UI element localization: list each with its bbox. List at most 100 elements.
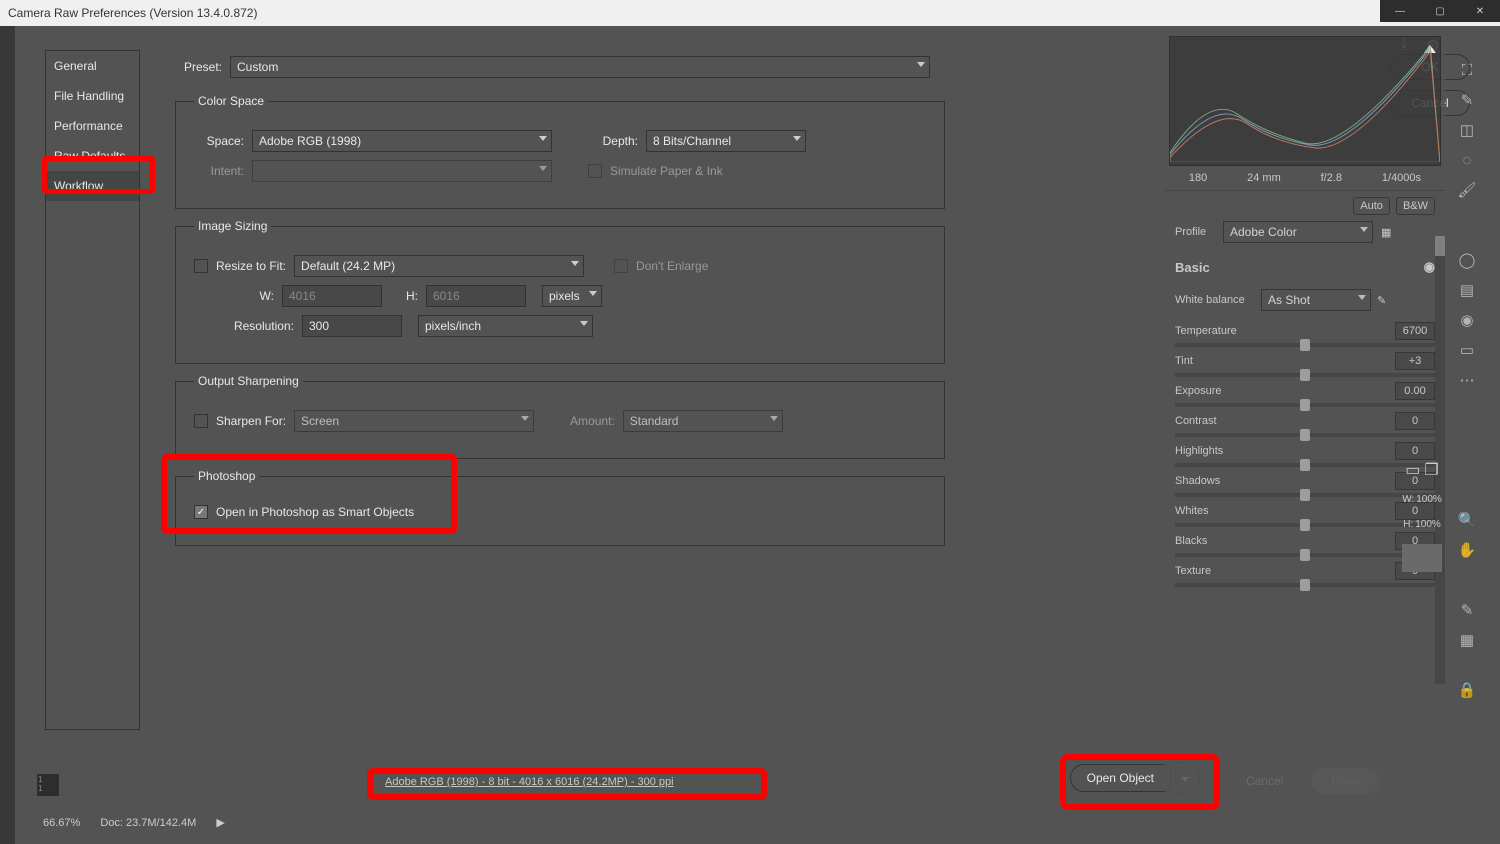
gradient-icon[interactable]: ▤	[1457, 280, 1477, 300]
nav-workflow[interactable]: Workflow	[46, 171, 139, 201]
doc-size: Doc: 23.7M/142.4M	[100, 817, 196, 829]
space-select[interactable]: Adobe RGB (1998)	[252, 130, 552, 152]
grid-view-icon[interactable]: ▦	[1457, 630, 1477, 650]
chevron-down-icon	[1358, 295, 1366, 300]
slider-texture: Texture 0	[1175, 559, 1435, 587]
slider-blacks: Blacks 0	[1175, 529, 1435, 557]
redeye-icon[interactable]: ◉	[1457, 310, 1477, 330]
profile-select[interactable]: Adobe Color	[1223, 221, 1373, 243]
resize-checkbox[interactable]	[194, 259, 208, 273]
eyedropper-icon[interactable]: ✎	[1377, 294, 1386, 307]
sharpen-checkbox[interactable]	[194, 414, 208, 428]
photoshop-left-dock	[0, 26, 16, 844]
depth-select[interactable]: 8 Bits/Channel	[646, 130, 806, 152]
slider-track[interactable]	[1175, 553, 1435, 557]
heal-icon[interactable]: ◌	[1457, 150, 1477, 170]
scrollbar-thumb[interactable]	[1435, 236, 1445, 256]
slider-value[interactable]: +3	[1395, 352, 1435, 370]
fullscreen-icon[interactable]: ⛶	[1457, 60, 1477, 80]
more-icon[interactable]: ⋯	[1457, 370, 1477, 390]
preset-select[interactable]: Custom	[230, 56, 930, 78]
close-button[interactable]: ✕	[1460, 0, 1500, 22]
slider-label: Exposure	[1175, 385, 1255, 397]
slider-highlights: Highlights 0	[1175, 439, 1435, 467]
nav-raw-defaults[interactable]: Raw Defaults	[46, 141, 139, 171]
zoom-icon[interactable]: 🔍	[1457, 510, 1477, 530]
slider-value[interactable]: 0	[1395, 442, 1435, 460]
slider-contrast: Contrast 0	[1175, 409, 1435, 437]
layer-thumb[interactable]	[1402, 544, 1442, 572]
chevron-down-icon	[770, 416, 778, 421]
open-object-button[interactable]: Open Object	[1070, 764, 1171, 792]
workflow-summary-link[interactable]: Adobe RGB (1998) - 8 bit - 4016 x 6016 (…	[385, 776, 674, 788]
auto-button[interactable]: Auto	[1353, 197, 1390, 215]
slider-value[interactable]: 6700	[1395, 322, 1435, 340]
slider-label: Whites	[1175, 505, 1255, 517]
depth-label: Depth:	[588, 134, 638, 148]
basic-label: Basic	[1175, 260, 1210, 275]
slider-label: Highlights	[1175, 445, 1255, 457]
slider-value[interactable]: 0.00	[1395, 382, 1435, 400]
slider-track[interactable]	[1175, 343, 1435, 347]
depth-value: 8 Bits/Channel	[653, 134, 731, 148]
slider-track[interactable]	[1175, 583, 1435, 587]
eye-icon[interactable]: ◉	[1424, 259, 1435, 275]
slider-track[interactable]	[1175, 433, 1435, 437]
w-label: W:	[254, 289, 274, 303]
preset-icon[interactable]: ▭	[1457, 340, 1477, 360]
output-sharpening-legend: Output Sharpening	[194, 374, 303, 388]
maximize-button[interactable]: ▢	[1420, 0, 1460, 22]
bw-button[interactable]: B&W	[1396, 197, 1435, 215]
resolution-input[interactable]: 300	[302, 315, 402, 337]
h-label: H:	[398, 289, 418, 303]
histogram[interactable]	[1169, 36, 1441, 166]
hand-icon[interactable]: ✋	[1457, 540, 1477, 560]
unit-select[interactable]: pixels	[542, 285, 602, 307]
crop-icon[interactable]: ◫	[1457, 120, 1477, 140]
minimize-button[interactable]: —	[1380, 0, 1420, 22]
auto-bw-row: Auto B&W	[1165, 191, 1445, 215]
slider-track[interactable]	[1175, 493, 1435, 497]
slider-value[interactable]: 0	[1395, 412, 1435, 430]
edit-icon[interactable]: ✎	[1457, 90, 1477, 110]
nav-file-handling[interactable]: File Handling	[46, 81, 139, 111]
slider-track[interactable]	[1175, 523, 1435, 527]
flyout-arrow-icon[interactable]: ▶	[216, 816, 224, 829]
exif-shutter: 1/4000s	[1382, 172, 1421, 184]
resolution-unit-select[interactable]: pixels/inch	[418, 315, 593, 337]
zoom-level[interactable]: 66.67%	[43, 817, 80, 829]
unit-value: pixels	[549, 289, 580, 303]
resize-select[interactable]: Default (24.2 MP)	[294, 255, 584, 277]
smart-objects-checkbox[interactable]: ✓	[194, 505, 208, 519]
sampler-icon[interactable]: ✎	[1457, 600, 1477, 620]
grid-icon[interactable]: ▦	[1381, 226, 1391, 239]
slider-label: Temperature	[1175, 325, 1255, 337]
slider-track[interactable]	[1175, 463, 1435, 467]
slider-track[interactable]	[1175, 403, 1435, 407]
slider-track[interactable]	[1175, 373, 1435, 377]
prefs-sidebar: General File Handling Performance Raw De…	[45, 50, 140, 730]
chevron-down-icon	[539, 136, 547, 141]
output-sharpening-group: Output Sharpening Sharpen For: Screen Am…	[175, 374, 945, 459]
h-mini-label: H:	[1403, 519, 1413, 530]
slider-exposure: Exposure 0.00	[1175, 379, 1435, 407]
smart-objects-label: Open in Photoshop as Smart Objects	[216, 505, 414, 519]
slider-label: Contrast	[1175, 415, 1255, 427]
wb-select[interactable]: As Shot	[1261, 289, 1371, 311]
nav-performance[interactable]: Performance	[46, 111, 139, 141]
basic-panel-header[interactable]: Basic ◉	[1175, 249, 1435, 281]
brush-icon[interactable]: 🖌	[1457, 180, 1477, 200]
lock-icon[interactable]: 🔒	[1457, 680, 1477, 700]
nav-general[interactable]: General	[46, 51, 139, 81]
color-space-group: Color Space Space: Adobe RGB (1998) Dept…	[175, 94, 945, 209]
slider-label: Texture	[1175, 565, 1255, 577]
color-space-legend: Color Space	[194, 94, 268, 108]
chevron-down-icon	[571, 261, 579, 266]
slider-thumb[interactable]	[1300, 579, 1310, 591]
sharpen-value: Screen	[301, 414, 339, 428]
photoshop-legend: Photoshop	[194, 469, 259, 483]
simulate-checkbox	[588, 164, 602, 178]
copy-icon[interactable]: ❐	[1424, 460, 1438, 480]
radial-icon[interactable]: ◯	[1457, 250, 1477, 270]
snap-icon[interactable]: ▭	[1405, 460, 1420, 480]
